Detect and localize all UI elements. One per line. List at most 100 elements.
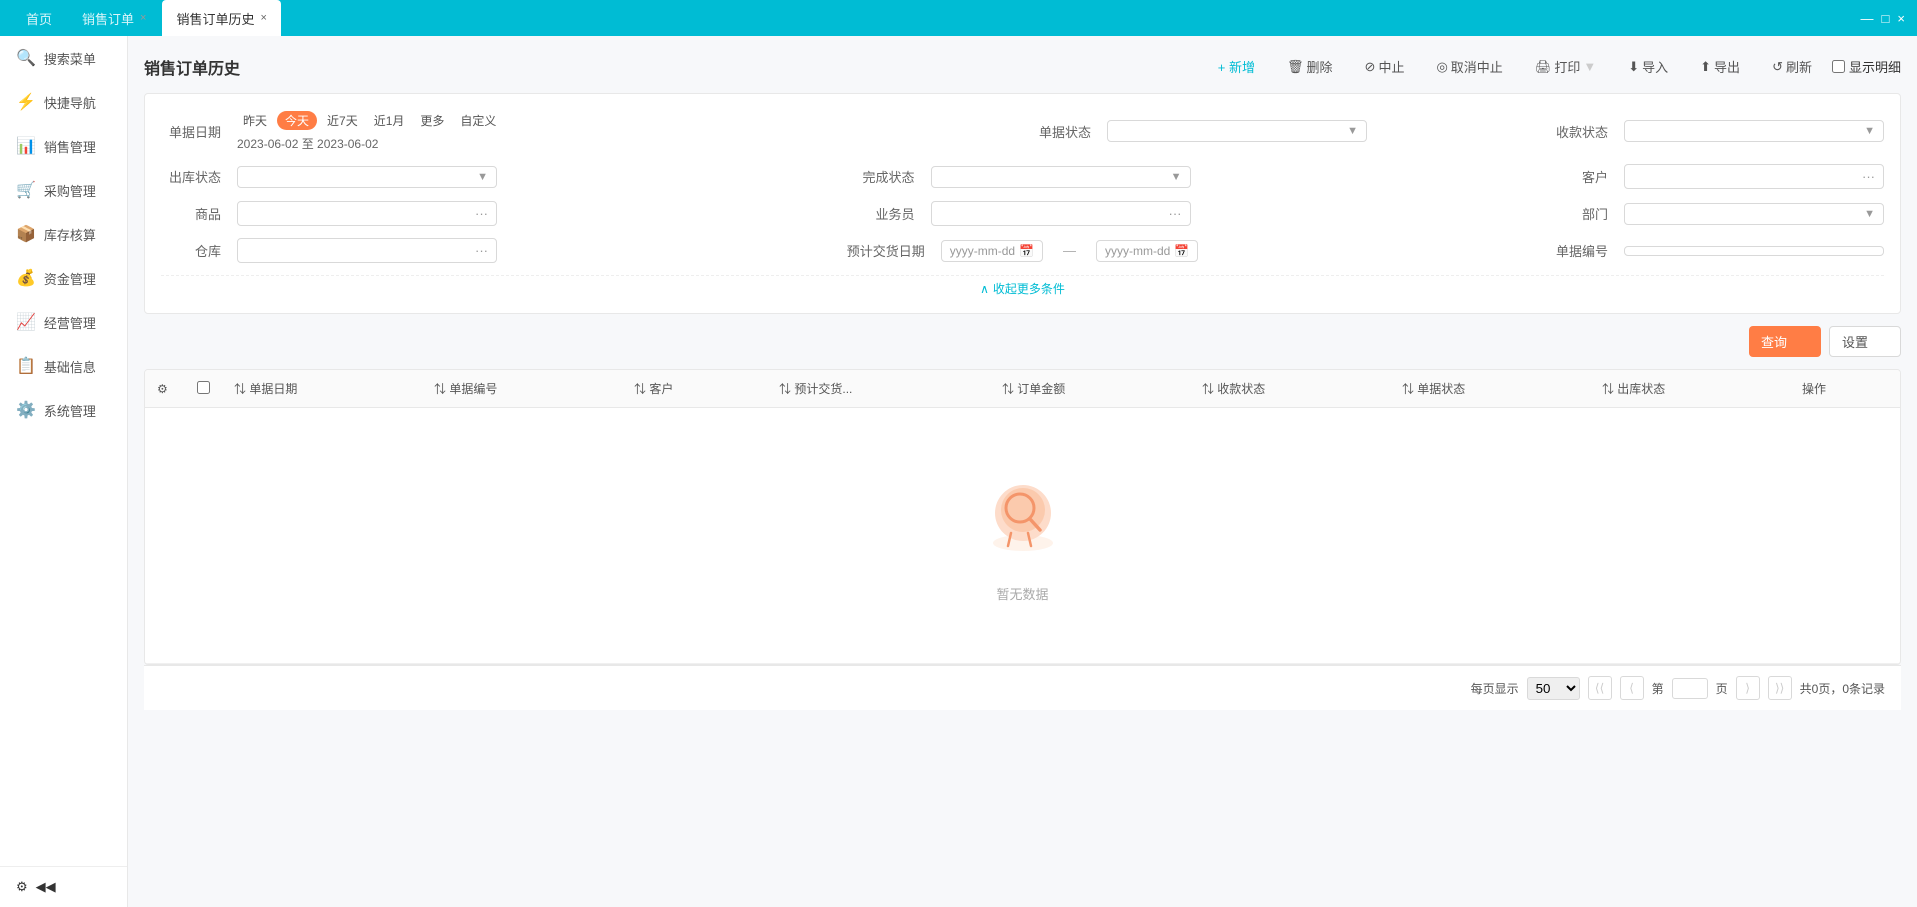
expected-date-from-value: yyyy-mm-dd (950, 244, 1015, 258)
product-ellipsis[interactable]: ··· (475, 206, 488, 221)
col-customer[interactable]: ⇅ 客户 (622, 370, 767, 408)
system-icon: ⚙️ (16, 400, 36, 420)
basic-info-icon: 📋 (16, 356, 36, 376)
tab-sales-order-history-close[interactable]: × (260, 12, 266, 24)
col-bill-status[interactable]: ⇅ 单据状态 (1390, 370, 1590, 408)
date-today[interactable]: 今天 (277, 111, 317, 130)
tab-home-label: 首页 (26, 9, 52, 28)
date-yesterday[interactable]: 昨天 (237, 110, 273, 131)
tab-home[interactable]: 首页 (12, 0, 66, 36)
calendar-to-icon[interactable]: 📅 (1174, 244, 1189, 258)
expected-date-from-input[interactable]: yyyy-mm-dd 📅 (941, 240, 1043, 262)
sidebar-item-finance[interactable]: 💰 资金管理 (0, 256, 127, 300)
receipt-status-select[interactable]: ▼ (1624, 120, 1884, 142)
sidebar-item-sales[interactable]: 📊 销售管理 (0, 124, 127, 168)
customer-input[interactable]: ··· (1624, 164, 1884, 189)
salesperson-ellipsis[interactable]: ··· (1169, 206, 1182, 221)
select-all-checkbox[interactable] (197, 381, 210, 394)
window-maximize-btn[interactable]: □ (1882, 11, 1890, 26)
current-page-input[interactable]: 1 (1672, 678, 1708, 699)
import-button[interactable]: ⬇ 导入 (1616, 52, 1680, 81)
calendar-from-icon[interactable]: 📅 (1019, 244, 1034, 258)
per-page-select[interactable]: 50 10 20 100 (1527, 677, 1580, 700)
salesperson-label: 业务员 (855, 204, 915, 223)
sidebar-bottom: ⚙ ◀◀ (0, 866, 127, 907)
window-close-btn[interactable]: × (1897, 11, 1905, 26)
warehouse-input[interactable]: ··· (237, 238, 497, 263)
date-1month[interactable]: 近1月 (368, 110, 411, 131)
col-expected-delivery[interactable]: ⇅ 预计交货... (767, 370, 990, 408)
sidebar-item-system[interactable]: ⚙️ 系统管理 (0, 388, 127, 432)
tab-sales-order-close[interactable]: × (140, 12, 146, 24)
new-button[interactable]: + 新增 (1206, 52, 1267, 81)
expected-date-to-input[interactable]: yyyy-mm-dd 📅 (1096, 240, 1198, 262)
bill-number-input[interactable] (1624, 246, 1884, 256)
sidebar-item-search[interactable]: 🔍 搜索菜单 (0, 36, 127, 80)
sidebar-item-operation[interactable]: 📈 经营管理 (0, 300, 127, 344)
bill-status-select[interactable]: ▼ (1107, 120, 1367, 142)
query-button[interactable]: 查询 (1749, 326, 1821, 357)
table-body: 暂无数据 (145, 408, 1900, 664)
receipt-status-label: 收款状态 (1548, 122, 1608, 141)
tab-list: 首页 销售订单 × 销售订单历史 × (12, 0, 1861, 36)
display-detail-checkbox-label[interactable]: 显示明细 (1832, 57, 1901, 76)
refresh-button[interactable]: ↺ 刷新 (1760, 52, 1824, 81)
sidebar-collapse-icon[interactable]: ◀◀ (36, 879, 56, 895)
col-bill-date[interactable]: ⇅ 单据日期 (222, 370, 422, 408)
empty-icon (973, 468, 1073, 568)
collapse-filter-row[interactable]: ∧ 收起更多条件 (161, 275, 1884, 297)
sidebar-item-quick-nav[interactable]: ⚡ 快捷导航 (0, 80, 127, 124)
action-buttons: 查询 设置 (144, 326, 1901, 357)
display-detail-checkbox[interactable] (1832, 60, 1845, 73)
cancel-stop-button[interactable]: ◎ 取消中止 (1424, 52, 1514, 81)
tab-sales-order-history[interactable]: 销售订单历史 × (162, 0, 280, 36)
salesperson-input[interactable]: ··· (931, 201, 1191, 226)
filter-row-4: 仓库 ··· 预计交货日期 yyyy-mm-dd 📅 — yyyy-mm-dd … (161, 238, 1884, 263)
content-area: 销售订单历史 + 新增 🗑 🗑 删除 删除 ⊘ 中止 ◎ 取消中止 🖨 打印 ▼ (128, 36, 1917, 907)
outbound-status-select[interactable]: ▼ (237, 166, 497, 188)
date-custom[interactable]: 自定义 (454, 110, 502, 131)
sidebar-item-search-label: 搜索菜单 (44, 49, 96, 68)
dept-label: 部门 (1548, 204, 1608, 223)
sidebar-item-inventory[interactable]: 📦 库存核算 (0, 212, 127, 256)
customer-ellipsis[interactable]: ··· (1862, 169, 1875, 184)
pagination: 每页显示 50 10 20 100 ⟨⟨ ⟨ 第 1 页 ⟩ ⟩⟩ 共0页，0条… (144, 665, 1901, 710)
window-minimize-btn[interactable]: — (1861, 11, 1874, 26)
chevron-up-icon: ∧ (980, 282, 989, 296)
sidebar-item-purchase[interactable]: 🛒 采购管理 (0, 168, 127, 212)
last-page-btn[interactable]: ⟩⟩ (1768, 676, 1792, 700)
stop-button[interactable]: ⊘ 中止 (1353, 52, 1417, 81)
settings-button[interactable]: 设置 (1829, 326, 1901, 357)
prev-page-btn[interactable]: ⟨ (1620, 676, 1644, 700)
next-page-btn[interactable]: ⟩ (1736, 676, 1760, 700)
stop-icon: ⊘ (1365, 59, 1376, 75)
col-bill-number[interactable]: ⇅ 单据编号 (422, 370, 622, 408)
total-info: 共0页，0条记录 (1800, 680, 1885, 697)
delete-button[interactable]: 🗑 🗑 删除 删除 (1275, 52, 1345, 81)
purchase-icon: 🛒 (16, 180, 36, 200)
first-page-btn[interactable]: ⟨⟨ (1588, 676, 1612, 700)
finance-icon: 💰 (16, 268, 36, 288)
dept-select[interactable]: ▼ (1624, 203, 1884, 225)
bill-status-arrow: ▼ (1347, 125, 1358, 137)
sidebar-item-basic-info[interactable]: 📋 基础信息 (0, 344, 127, 388)
col-outbound-status[interactable]: ⇅ 出库状态 (1590, 370, 1790, 408)
date-more[interactable]: 更多 (414, 110, 450, 131)
print-button[interactable]: 🖨 打印 ▼ (1523, 52, 1608, 81)
col-receipt-status[interactable]: ⇅ 收款状态 (1190, 370, 1390, 408)
warehouse-label: 仓库 (161, 241, 221, 260)
col-settings[interactable]: ⚙ (145, 370, 185, 408)
tab-sales-order[interactable]: 销售订单 × (68, 0, 160, 36)
warehouse-ellipsis[interactable]: ··· (475, 243, 488, 258)
date-7days[interactable]: 近7天 (321, 110, 364, 131)
sidebar-item-basic-info-label: 基础信息 (44, 357, 96, 376)
cancel-stop-icon: ◎ (1436, 59, 1447, 75)
empty-text: 暂无数据 (996, 584, 1048, 603)
col-order-amount[interactable]: ⇅ 订单金额 (990, 370, 1190, 408)
page-title: 销售订单历史 (144, 55, 240, 79)
sidebar-settings-icon[interactable]: ⚙ (16, 879, 28, 895)
product-input[interactable]: ··· (237, 201, 497, 226)
export-button[interactable]: ⬆ 导出 (1688, 52, 1752, 81)
complete-status-select[interactable]: ▼ (931, 166, 1191, 188)
col-operation: 操作 (1790, 370, 1900, 408)
